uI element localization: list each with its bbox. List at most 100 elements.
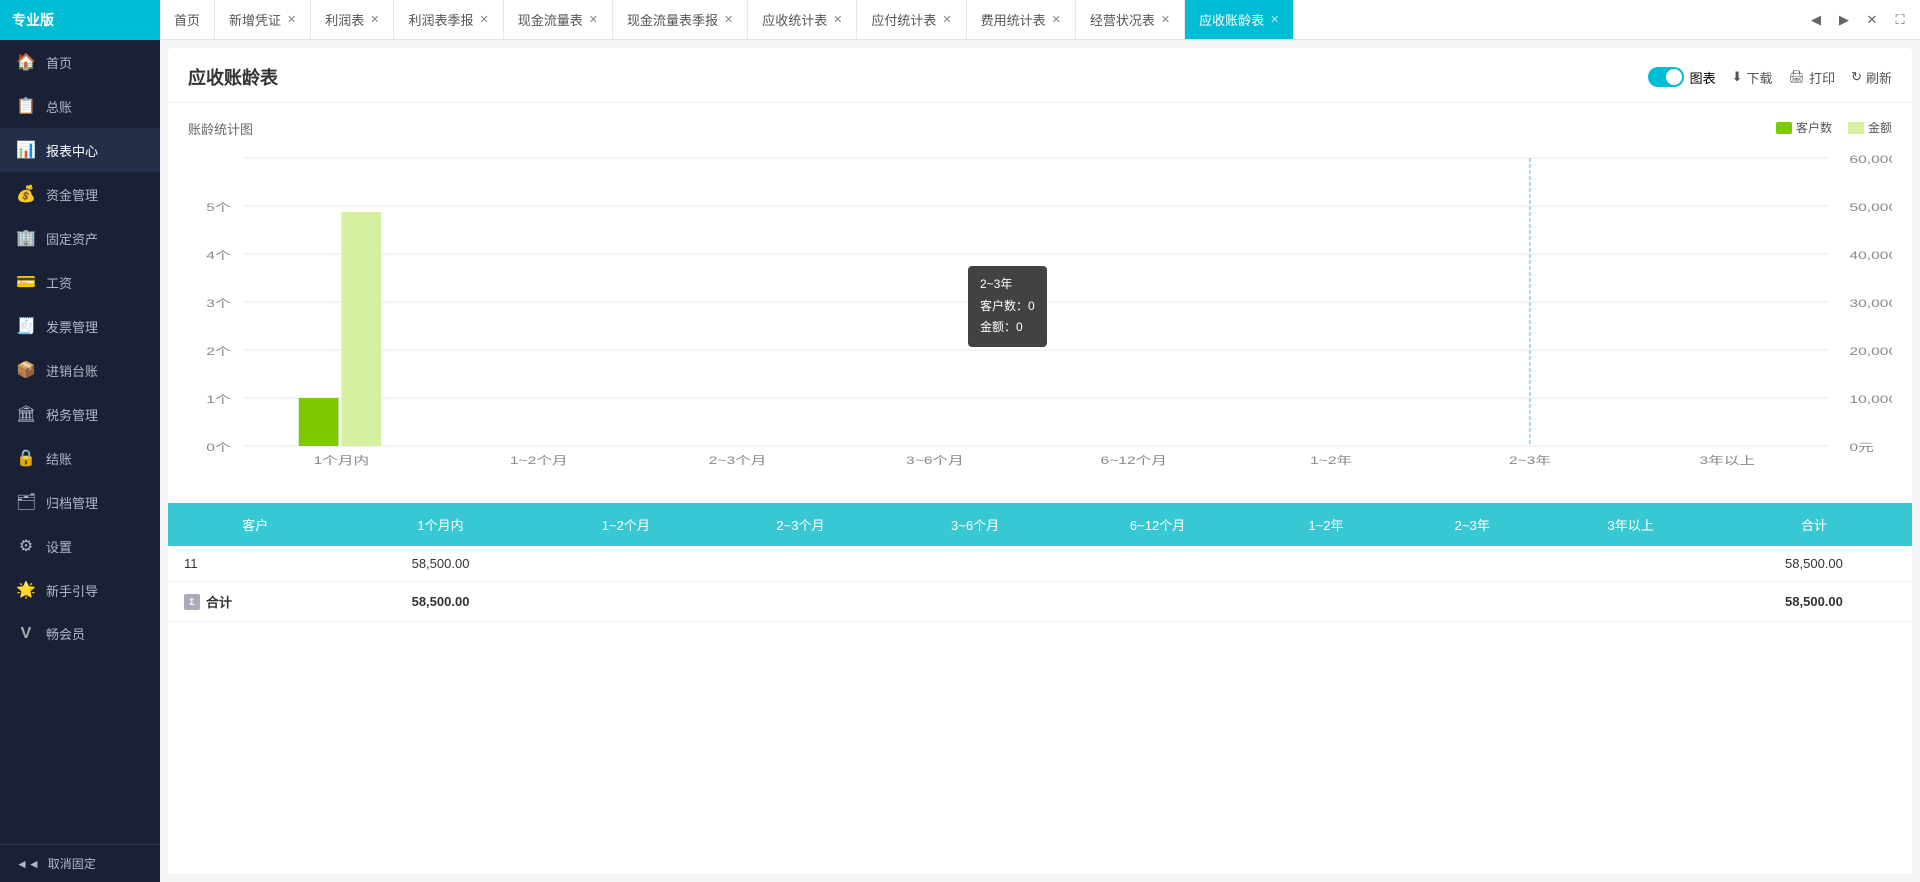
svg-text:50,000.00元: 50,000.00元 [1849,201,1892,213]
tab-cashflow-quarter-label: 现金流量表季报 [627,10,718,29]
tab-expense-stat[interactable]: 费用统计表 ✕ [967,0,1076,39]
refresh-button[interactable]: ↻ 刷新 [1851,68,1892,87]
sidebar-item-guide[interactable]: 🌟 新手引导 [0,568,160,612]
tab-payable-stat-label: 应付统计表 [871,10,936,29]
sidebar-logo: 专业版 [0,0,160,40]
svg-text:5个: 5个 [206,201,231,213]
tab-next-button[interactable]: ▶ [1832,8,1856,32]
download-button[interactable]: ⬇ 下载 [1732,68,1773,87]
svg-text:60,000.00元: 60,000.00元 [1849,153,1892,165]
print-button[interactable]: 🖨 打印 [1789,68,1836,87]
header-actions: 图表 ⬇ 下载 🖨 打印 ↻ 刷新 [1648,67,1892,87]
ledger-icon: 📋 [16,96,36,116]
sidebar-item-invoices[interactable]: 🧾 发票管理 [0,304,160,348]
tab-receivable-stat-close[interactable]: ✕ [833,13,842,26]
funds-icon: 💰 [16,184,36,204]
tab-profit[interactable]: 利润表 ✕ [311,0,394,39]
sidebar-item-funds[interactable]: 💰 资金管理 [0,172,160,216]
total-total: 58,500.00 [1716,582,1912,622]
chart-toggle[interactable] [1648,67,1684,87]
col-y3: 2~3年 [1399,503,1545,546]
tab-profit-close[interactable]: ✕ [370,13,379,26]
tab-voucher-close[interactable]: ✕ [287,13,296,26]
svg-text:3~6个月: 3~6个月 [906,454,964,466]
print-icon: 🖨 [1789,69,1806,85]
tab-profit-quarter[interactable]: 利润表季报 ✕ [394,0,503,39]
aging-table: 客户 1个月内 1~2个月 2~3个月 3~6个月 6~12个月 1~2年 2~… [168,503,1912,622]
sidebar-item-home[interactable]: 🏠 首页 [0,40,160,84]
sidebar-label-guide: 新手引导 [46,581,98,600]
tab-aging[interactable]: 应收账龄表 ✕ [1185,0,1294,39]
total-y2 [1253,582,1399,622]
svg-text:0元: 0元 [1849,441,1873,453]
tab-business-stat-close[interactable]: ✕ [1161,13,1170,26]
sidebar-item-inventory[interactable]: 📦 进销台账 [0,348,160,392]
page-title: 应收账龄表 [188,64,1648,90]
sidebar-label-close: 结账 [46,449,72,468]
svg-text:20,000.00元: 20,000.00元 [1849,345,1892,357]
tab-voucher[interactable]: 新增凭证 ✕ [215,0,311,39]
svg-text:30,000.00元: 30,000.00元 [1849,297,1892,309]
cell-m6 [888,546,1063,582]
sidebar: 专业版 🏠 首页 📋 总账 📊 报表中心 💰 资金管理 🏢 固定资产 💳 工资 … [0,0,160,882]
tab-payable-stat-close[interactable]: ✕ [942,13,951,26]
tab-home[interactable]: 首页 [160,0,215,39]
col-y2: 1~2年 [1253,503,1399,546]
sidebar-item-salary[interactable]: 💳 工资 [0,260,160,304]
tab-expense-stat-close[interactable]: ✕ [1052,13,1061,26]
download-icon: ⬇ [1732,69,1743,85]
sidebar-pin-toggle[interactable]: ◄◄ 取消固定 [0,844,160,882]
sidebar-item-settings[interactable]: ⚙ 设置 [0,524,160,568]
tab-prev-button[interactable]: ◀ [1804,8,1828,32]
tab-business-stat[interactable]: 经营状况表 ✕ [1076,0,1185,39]
cell-m12 [1062,546,1252,582]
svg-text:1个月内: 1个月内 [314,454,370,466]
sidebar-item-close[interactable]: 🔒 结账 [0,436,160,480]
sidebar-label-assets: 固定资产 [46,229,98,248]
tab-profit-quarter-close[interactable]: ✕ [480,13,489,26]
tab-expense-stat-label: 费用统计表 [981,10,1046,29]
tab-aging-close[interactable]: ✕ [1270,13,1279,26]
svg-text:40,000.00元: 40,000.00元 [1849,249,1892,261]
tab-cashflow[interactable]: 现金流量表 ✕ [504,0,613,39]
sidebar-item-reports[interactable]: 📊 报表中心 [0,128,160,172]
tab-aging-label: 应收账龄表 [1199,10,1264,29]
tab-voucher-label: 新增凭证 [229,10,281,29]
refresh-icon: ↻ [1851,69,1862,85]
tab-maximize-button[interactable]: ⛶ [1888,8,1912,32]
sidebar-item-assets[interactable]: 🏢 固定资产 [0,216,160,260]
tax-icon: 🏛 [16,404,36,424]
bar-amount-1[interactable] [341,212,381,446]
sidebar-item-vip[interactable]: V 畅会员 [0,612,160,655]
cell-m1: 58,500.00 [343,546,539,582]
table-wrap: 客户 1个月内 1~2个月 2~3个月 3~6个月 6~12个月 1~2年 2~… [168,503,1912,622]
tab-cashflow-quarter[interactable]: 现金流量表季报 ✕ [613,0,748,39]
tab-close-all-button[interactable]: ✕ [1860,8,1884,32]
sidebar-item-ledger[interactable]: 📋 总账 [0,84,160,128]
sidebar-items: 🏠 首页 📋 总账 📊 报表中心 💰 资金管理 🏢 固定资产 💳 工资 🧾 发票… [0,40,160,844]
sidebar-item-tax[interactable]: 🏛 税务管理 [0,392,160,436]
total-icon: Σ [184,594,200,610]
total-label: 合计 [206,592,232,611]
sidebar-item-archive[interactable]: 🗂 归档管理 [0,480,160,524]
tab-payable-stat[interactable]: 应付统计表 ✕ [857,0,966,39]
sidebar-label-tax: 税务管理 [46,405,98,424]
tab-bar: 首页 新增凭证 ✕ 利润表 ✕ 利润表季报 ✕ 现金流量表 ✕ 现金流量表季报 … [160,0,1920,40]
inventory-icon: 📦 [16,360,36,380]
tab-receivable-stat-label: 应收统计表 [762,10,827,29]
total-label-cell: Σ 合计 [168,582,343,622]
svg-text:10,000.00元: 10,000.00元 [1849,393,1892,405]
svg-text:1~2个月: 1~2个月 [510,454,568,466]
legend-amount: 金额 [1848,119,1892,136]
sidebar-label-funds: 资金管理 [46,185,98,204]
total-m3 [713,582,888,622]
bar-customers-1[interactable] [299,398,339,446]
svg-text:1个: 1个 [206,393,231,405]
table-header-row: 客户 1个月内 1~2个月 2~3个月 3~6个月 6~12个月 1~2年 2~… [168,503,1912,546]
tab-receivable-stat[interactable]: 应收统计表 ✕ [748,0,857,39]
tab-cashflow-quarter-close[interactable]: ✕ [724,13,733,26]
cell-y2 [1253,546,1399,582]
svg-text:2~3年: 2~3年 [1509,454,1551,466]
tab-cashflow-close[interactable]: ✕ [589,13,598,26]
settings-icon: ⚙ [16,536,36,556]
